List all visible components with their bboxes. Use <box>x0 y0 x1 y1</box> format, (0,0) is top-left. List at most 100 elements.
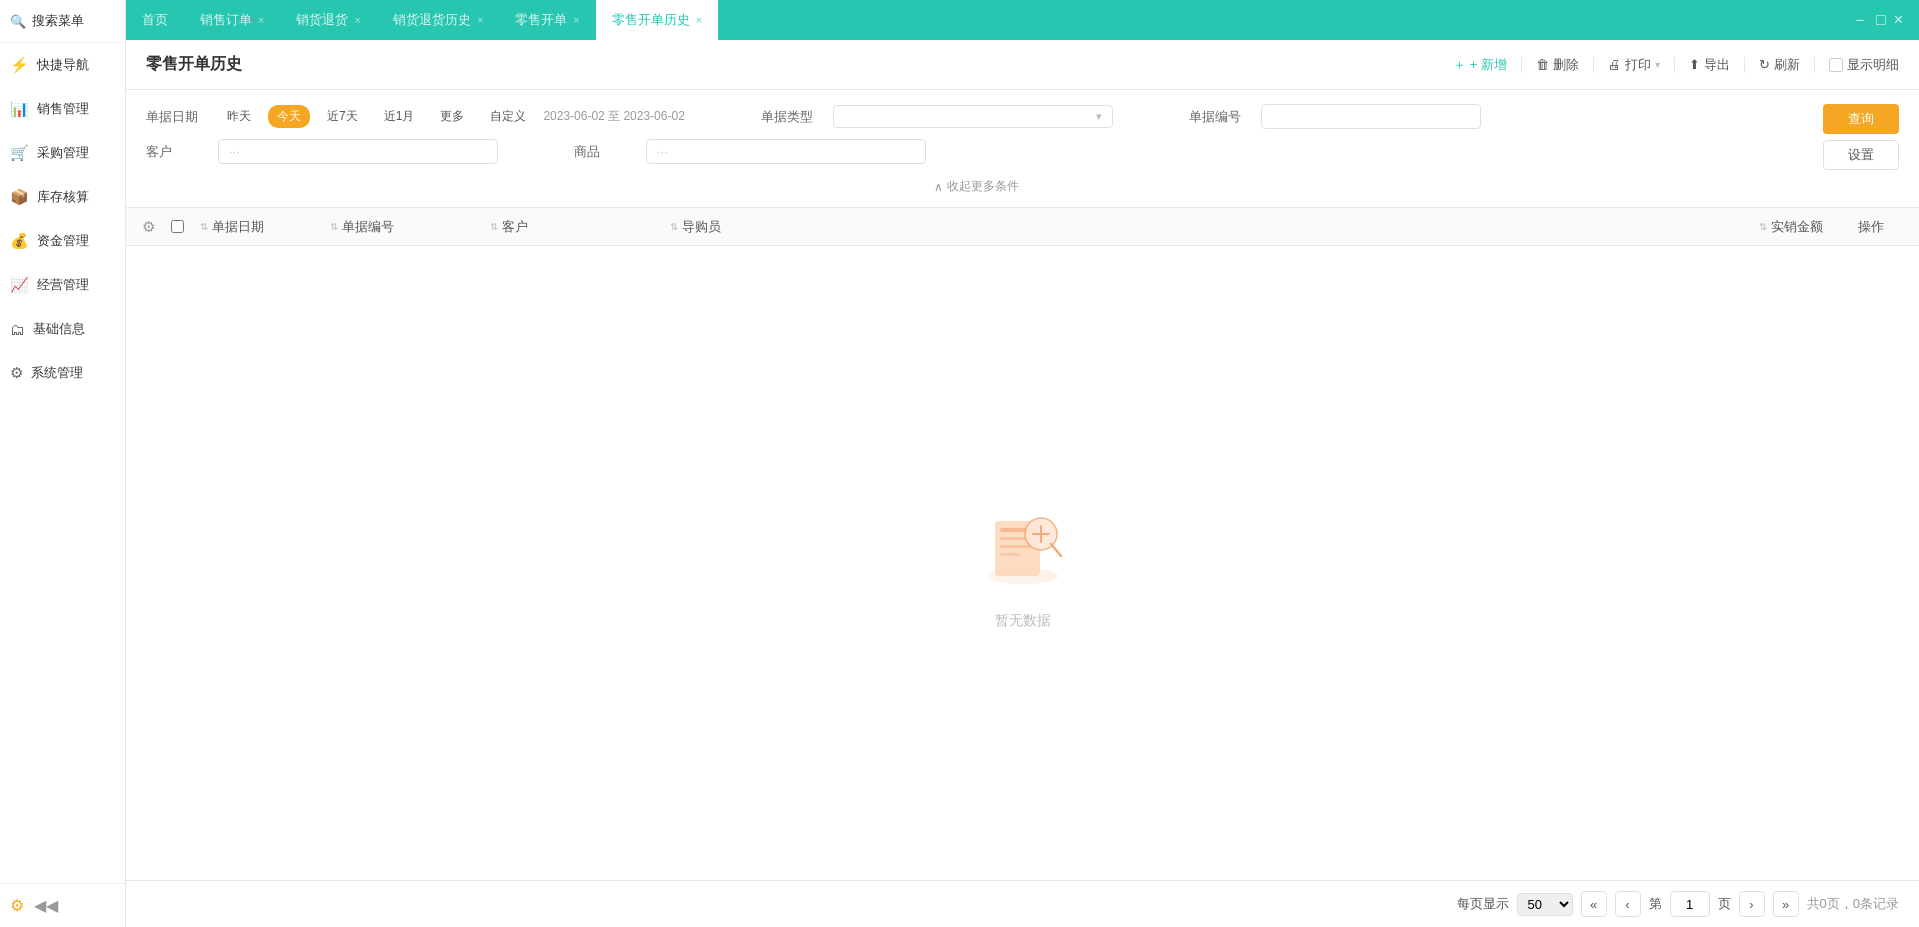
quick-nav-icon: ⚡ <box>10 56 29 74</box>
tab-sales-return[interactable]: 销货退货 × <box>280 0 376 40</box>
first-page-button[interactable]: « <box>1581 891 1607 917</box>
refresh-button[interactable]: ↻ 刷新 <box>1759 56 1800 74</box>
prev-page-button[interactable]: ‹ <box>1615 891 1641 917</box>
tab-retail-open-label: 零售开单 <box>515 11 567 29</box>
th-customer: ⇅ 客户 <box>482 218 662 236</box>
date-btn-7days[interactable]: 近7天 <box>318 105 367 128</box>
th-customer-sort[interactable]: ⇅ <box>490 221 498 232</box>
sidebar-item-finance[interactable]: 💰 资金管理 <box>0 219 125 263</box>
add-icon: ＋ <box>1453 56 1466 74</box>
last-page-button[interactable]: » <box>1773 891 1799 917</box>
date-btn-more[interactable]: 更多 <box>431 105 473 128</box>
purchase-mgmt-icon: 🛒 <box>10 144 29 162</box>
sidebar-item-label: 销售管理 <box>37 100 89 118</box>
window-close-button[interactable]: × <box>1894 11 1903 29</box>
print-icon: 🖨 <box>1608 57 1621 72</box>
sidebar-footer: ⚙ ◀◀ <box>0 883 125 927</box>
header-actions: ＋ + 新增 🗑 删除 🖨 打印 ▾ ⬆ 导出 ↻ 刷新 <box>1453 56 1899 74</box>
refresh-icon: ↻ <box>1759 57 1770 72</box>
filter-row-1: 单据日期 昨天 今天 近7天 近1月 更多 自定义 2023-06-02 至 2… <box>146 104 1807 129</box>
type-filter-label: 单据类型 <box>761 108 817 126</box>
sidebar-item-operation[interactable]: 📈 经营管理 <box>0 263 125 307</box>
display-detail-checkbox[interactable] <box>1829 58 1843 72</box>
tab-bar-right: － □ × <box>1852 10 1919 31</box>
th-num-sort[interactable]: ⇅ <box>330 221 338 232</box>
th-action-label: 操作 <box>1858 218 1884 236</box>
divider-2 <box>1593 57 1594 73</box>
goods-filter-label: 商品 <box>574 143 630 161</box>
th-customer-label: 客户 <box>502 218 528 236</box>
page-total: 共0页，0条记录 <box>1807 895 1899 913</box>
print-button[interactable]: 🖨 打印 ▾ <box>1608 56 1660 74</box>
th-amount-sort[interactable]: ⇅ <box>1759 221 1767 232</box>
goods-filter-input[interactable]: ··· <box>646 139 926 164</box>
date-btn-custom[interactable]: 自定义 <box>481 105 535 128</box>
customer-filter-label: 客户 <box>146 143 202 161</box>
tab-sales-return-history[interactable]: 销货退货历史 × <box>377 0 499 40</box>
date-btn-today[interactable]: 今天 <box>268 105 310 128</box>
th-action: 操作 <box>1831 218 1911 236</box>
tab-retail-open-close[interactable]: × <box>573 14 579 26</box>
num-input-field[interactable] <box>1272 109 1470 124</box>
tab-retail-open-history-close[interactable]: × <box>696 14 702 26</box>
sidebar-item-inventory[interactable]: 📦 库存核算 <box>0 175 125 219</box>
add-label: + 新增 <box>1470 56 1507 74</box>
add-button[interactable]: ＋ + 新增 <box>1453 56 1507 74</box>
divider-3 <box>1674 57 1675 73</box>
sidebar-item-sys-mgmt[interactable]: ⚙ 系统管理 <box>0 351 125 395</box>
filter-area: 单据日期 昨天 今天 近7天 近1月 更多 自定义 2023-06-02 至 2… <box>126 90 1919 208</box>
tab-sales-order[interactable]: 销售订单 × <box>184 0 280 40</box>
sidebar-item-basic-info[interactable]: 🗂 基础信息 <box>0 307 125 351</box>
customer-filter-input[interactable]: ··· <box>218 139 498 164</box>
table-select-all[interactable] <box>163 220 192 233</box>
export-label: 导出 <box>1704 56 1730 74</box>
page-header: 零售开单历史 ＋ + 新增 🗑 删除 🖨 打印 ▾ ⬆ 导出 <box>126 40 1919 90</box>
tab-home-label: 首页 <box>142 11 168 29</box>
page-input[interactable] <box>1670 891 1710 917</box>
num-filter-input[interactable] <box>1261 104 1481 129</box>
sidebar-item-sales-mgmt[interactable]: 📊 销售管理 <box>0 87 125 131</box>
empty-state: 暂无数据 <box>126 246 1919 880</box>
settings-button[interactable]: ⚙ <box>10 896 24 915</box>
select-all-checkbox[interactable] <box>171 220 184 233</box>
sidebar-item-label: 快捷导航 <box>37 56 89 74</box>
th-guide-sort[interactable]: ⇅ <box>670 221 678 232</box>
collapse-sidebar-button[interactable]: ◀◀ <box>34 896 58 915</box>
tab-retail-open[interactable]: 零售开单 × <box>499 0 595 40</box>
collapse-label: 收起更多条件 <box>947 178 1019 195</box>
sidebar-item-quick-nav[interactable]: ⚡ 快捷导航 <box>0 43 125 87</box>
window-minimize-button[interactable]: － <box>1852 10 1868 31</box>
tab-sales-order-close[interactable]: × <box>258 14 264 26</box>
tab-home[interactable]: 首页 <box>126 0 184 40</box>
sidebar-search-label: 搜索菜单 <box>32 12 84 30</box>
basic-info-icon: 🗂 <box>10 321 25 338</box>
print-arrow-icon: ▾ <box>1655 59 1660 70</box>
delete-button[interactable]: 🗑 删除 <box>1536 56 1579 74</box>
page-suffix: 页 <box>1718 895 1731 913</box>
display-detail-toggle[interactable]: 显示明细 <box>1829 56 1899 74</box>
tab-sales-return-history-close[interactable]: × <box>477 14 483 26</box>
num-filter-label: 单据编号 <box>1189 108 1245 126</box>
tab-sales-return-close[interactable]: × <box>354 14 360 26</box>
tab-retail-open-history[interactable]: 零售开单历史 × <box>596 0 718 40</box>
svg-rect-5 <box>1000 553 1020 556</box>
window-maximize-button[interactable]: □ <box>1876 11 1886 29</box>
sidebar-search[interactable]: 🔍 搜索菜单 <box>0 0 125 43</box>
sidebar-item-purchase-mgmt[interactable]: 🛒 采购管理 <box>0 131 125 175</box>
date-btn-1month[interactable]: 近1月 <box>375 105 424 128</box>
next-page-button[interactable]: › <box>1739 891 1765 917</box>
date-btn-yesterday[interactable]: 昨天 <box>218 105 260 128</box>
date-filter-label: 单据日期 <box>146 108 202 126</box>
collapse-more-btn[interactable]: ∧ 收起更多条件 <box>146 174 1807 199</box>
filter-settings-button[interactable]: 设置 <box>1823 140 1899 170</box>
delete-label: 删除 <box>1553 56 1579 74</box>
th-amount: ⇅ 实销金额 <box>1721 218 1831 236</box>
finance-icon: 💰 <box>10 232 29 250</box>
th-guide: ⇅ 导购员 <box>662 218 782 236</box>
table-settings-icon[interactable]: ⚙ <box>134 218 163 236</box>
type-filter-select[interactable]: ▾ <box>833 105 1113 128</box>
export-button[interactable]: ⬆ 导出 <box>1689 56 1730 74</box>
query-button[interactable]: 查询 <box>1823 104 1899 134</box>
th-date-sort[interactable]: ⇅ <box>200 221 208 232</box>
per-page-select[interactable]: 20 50 100 <box>1517 893 1573 916</box>
